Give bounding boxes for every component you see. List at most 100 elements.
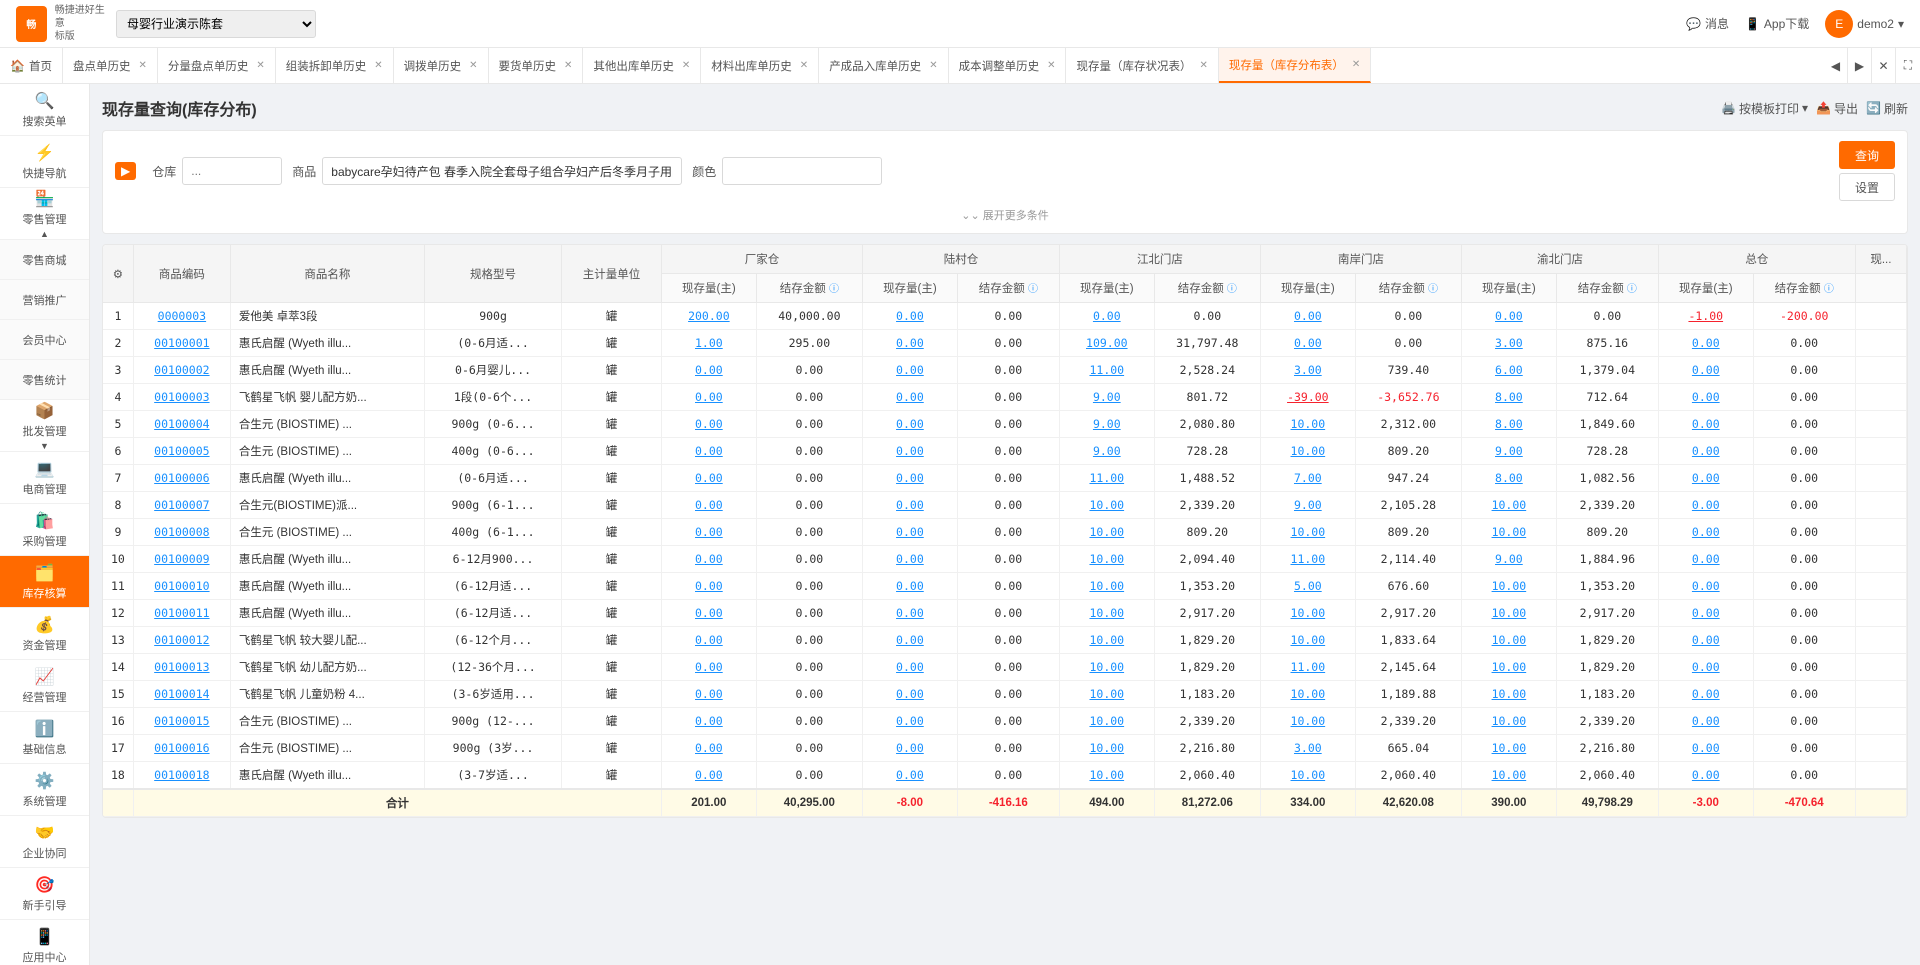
refresh-btn[interactable]: 🔄 刷新 xyxy=(1866,100,1908,117)
sidebar-item-search[interactable]: 🔍 搜索英单 xyxy=(0,84,89,136)
sidebar-item-basic-info[interactable]: ℹ️ 基础信息 xyxy=(0,712,89,764)
print-btn[interactable]: 🖨️ 按模板打印 ▾ xyxy=(1721,100,1808,117)
chevron-down-icon: ▾ xyxy=(1898,17,1904,31)
table-row: 600100005合生元 (BIOSTIME) ...400g (0-6...罐… xyxy=(103,438,1907,465)
nav-next-btn[interactable]: ▶ xyxy=(1848,48,1872,84)
industry-selector[interactable]: 母婴行业演示陈套 xyxy=(116,10,316,38)
tab-chanchengru[interactable]: 产成品入库单历史 ✕ xyxy=(819,48,948,83)
sidebar-item-inventory[interactable]: 🗂️ 库存核算 xyxy=(0,556,89,608)
sidebar-item-collab[interactable]: 🤝 企业协同 xyxy=(0,816,89,868)
close-icon[interactable]: ✕ xyxy=(1352,59,1360,70)
sidebar-item-retail-shop[interactable]: 零售商城 xyxy=(0,240,89,280)
tab-home[interactable]: 🏠 首页 xyxy=(0,48,63,83)
ops-icon: 📈 xyxy=(35,667,55,687)
avatar: E xyxy=(1825,10,1853,38)
sidebar-item-system[interactable]: ⚙️ 系统管理 xyxy=(0,764,89,816)
color-input[interactable] xyxy=(722,157,882,185)
nav-arrows: ◀ ▶ ✕ ⛶ xyxy=(1824,48,1920,84)
nav-close-all-btn[interactable]: ✕ xyxy=(1872,48,1896,84)
sidebar-item-wholesale[interactable]: 📦 批发管理 ▼ xyxy=(0,400,89,452)
info-icon: ℹ️ xyxy=(35,719,55,739)
table-row: 300100002惠氏启醒 (Wyeth illu...0-6月婴儿...罐0.… xyxy=(103,357,1907,384)
sidebar-item-nav[interactable]: ⚡ 快捷导航 xyxy=(0,136,89,188)
export-icon: 📤 xyxy=(1816,101,1831,115)
close-icon[interactable]: ✕ xyxy=(1047,60,1055,71)
export-btn[interactable]: 📤 导出 xyxy=(1816,100,1858,117)
message-icon: 💬 xyxy=(1686,17,1701,31)
setting-button[interactable]: 设置 xyxy=(1839,173,1895,201)
user-menu[interactable]: E demo2 ▾ xyxy=(1825,10,1904,38)
col-group-lucun: 陆村仓 xyxy=(863,245,1060,274)
tab-pandian[interactable]: 盘点单历史 ✕ xyxy=(63,48,158,83)
close-icon[interactable]: ✕ xyxy=(929,60,937,71)
tab-kucunfb[interactable]: 现存量（库存分布表） ✕ xyxy=(1219,48,1371,83)
sidebar-item-purchase[interactable]: 🛍️ 采购管理 xyxy=(0,504,89,556)
warehouse-filter: 仓库 xyxy=(152,157,282,185)
app-download-btn[interactable]: 📱 App下载 xyxy=(1745,15,1809,32)
chevron-down-icon: ▼ xyxy=(40,441,49,451)
chevron-down-icon: ⌄⌄ xyxy=(961,210,979,222)
sidebar-item-retail-mgmt[interactable]: 🏪 零售管理 ▲ xyxy=(0,188,89,240)
summary-row: 合计201.0040,295.00-8.00-416.16494.0081,27… xyxy=(103,789,1907,817)
col-zongcang-amt: 结存金额 ⓘ xyxy=(1753,274,1855,303)
sidebar-item-appstore[interactable]: 📱 应用中心 xyxy=(0,920,89,965)
sidebar-item-finance[interactable]: 💰 资金管理 xyxy=(0,608,89,660)
sidebar-item-retail-stats[interactable]: 零售统计 xyxy=(0,360,89,400)
product-input[interactable] xyxy=(322,157,682,185)
ecommerce-icon: 💻 xyxy=(35,459,55,479)
close-icon[interactable]: ✕ xyxy=(374,60,382,71)
table-row: 1300100012飞鹤星飞帆 较大婴儿配...(6-12个月...罐0.000… xyxy=(103,627,1907,654)
refresh-icon: 🔄 xyxy=(1866,101,1881,115)
finance-icon: 💰 xyxy=(35,615,55,635)
warehouse-input[interactable] xyxy=(182,157,282,185)
tab-yaohuo[interactable]: 要货单历史 ✕ xyxy=(489,48,584,83)
app-icon: 📱 xyxy=(1745,17,1760,31)
sidebar-item-member-center[interactable]: 会员中心 xyxy=(0,320,89,360)
close-icon[interactable]: ✕ xyxy=(1199,60,1207,71)
tab-qitachuku[interactable]: 其他出库单历史 ✕ xyxy=(583,48,701,83)
page-title-bar: 现存量查询(库存分布) 🖨️ 按模板打印 ▾ 📤 导出 🔄 刷新 xyxy=(102,96,1908,120)
tab-fenpandian[interactable]: 分量盘点单历史 ✕ xyxy=(158,48,276,83)
col-nanan-amt: 结存金额 ⓘ xyxy=(1355,274,1461,303)
expand-conditions-btn[interactable]: ⌄⌄ 展开更多条件 xyxy=(961,210,1049,222)
close-icon[interactable]: ✕ xyxy=(682,60,690,71)
search-icon: 🔍 xyxy=(35,91,55,111)
sidebar-item-marketing[interactable]: 营销推广 xyxy=(0,280,89,320)
chevron-down-icon: ▾ xyxy=(1802,101,1808,115)
purchase-icon: 🛍️ xyxy=(35,511,55,531)
col-gear[interactable]: ⚙ xyxy=(103,245,133,303)
close-icon[interactable]: ✕ xyxy=(256,60,264,71)
col-spec: 规格型号 xyxy=(424,245,561,303)
sidebar-item-guide[interactable]: 🎯 新手引导 xyxy=(0,868,89,920)
close-icon[interactable]: ✕ xyxy=(564,60,572,71)
messages-btn[interactable]: 💬 消息 xyxy=(1686,15,1729,32)
tab-diaob[interactable]: 调拨单历史 ✕ xyxy=(394,48,489,83)
sidebar-item-operations[interactable]: 📈 经营管理 xyxy=(0,660,89,712)
nav-expand-btn[interactable]: ⛶ xyxy=(1896,48,1920,84)
sidebar-item-ecommerce[interactable]: 💻 电商管理 xyxy=(0,452,89,504)
col-group-zongcang: 总仓 xyxy=(1658,245,1855,274)
tab-cailiaochu[interactable]: 材料出库单历史 ✕ xyxy=(701,48,819,83)
close-icon[interactable]: ✕ xyxy=(800,60,808,71)
col-yubei-qty: 现存量(主) xyxy=(1462,274,1557,303)
table-row: 900100008合生元 (BIOSTIME) ...400g (6-1...罐… xyxy=(103,519,1907,546)
table-row: 1400100013飞鹤星飞帆 幼儿配方奶...(12-36个月...罐0.00… xyxy=(103,654,1907,681)
query-actions: 查询 设置 xyxy=(1839,141,1895,201)
close-icon[interactable]: ✕ xyxy=(138,60,146,71)
lightning-icon: ⚡ xyxy=(35,143,55,163)
close-icon[interactable]: ✕ xyxy=(469,60,477,71)
col-nanan-qty: 现存量(主) xyxy=(1260,274,1355,303)
table-row: 1800100018惠氏启醒 (Wyeth illu...(3-7岁适...罐0… xyxy=(103,762,1907,790)
color-filter: 颜色 xyxy=(692,157,882,185)
gear-icon: ⚙️ xyxy=(35,771,55,791)
tab-chengbentj[interactable]: 成本调整单历史 ✕ xyxy=(949,48,1067,83)
nav-prev-btn[interactable]: ◀ xyxy=(1824,48,1848,84)
table-row: 10000003爱他美 卓萃3段900g罐200.0040,000.000.00… xyxy=(103,303,1907,330)
inventory-icon: 🗂️ xyxy=(35,563,55,583)
tab-zuzhuang[interactable]: 组装拆卸单历史 ✕ xyxy=(276,48,394,83)
col-more-sub xyxy=(1855,274,1906,303)
collapse-arrow[interactable]: ▶ xyxy=(115,162,136,180)
col-group-nanan: 南岸门店 xyxy=(1260,245,1461,274)
search-button[interactable]: 查询 xyxy=(1839,141,1895,169)
tab-kucunzk[interactable]: 现存量（库存状况表） ✕ xyxy=(1066,48,1218,83)
